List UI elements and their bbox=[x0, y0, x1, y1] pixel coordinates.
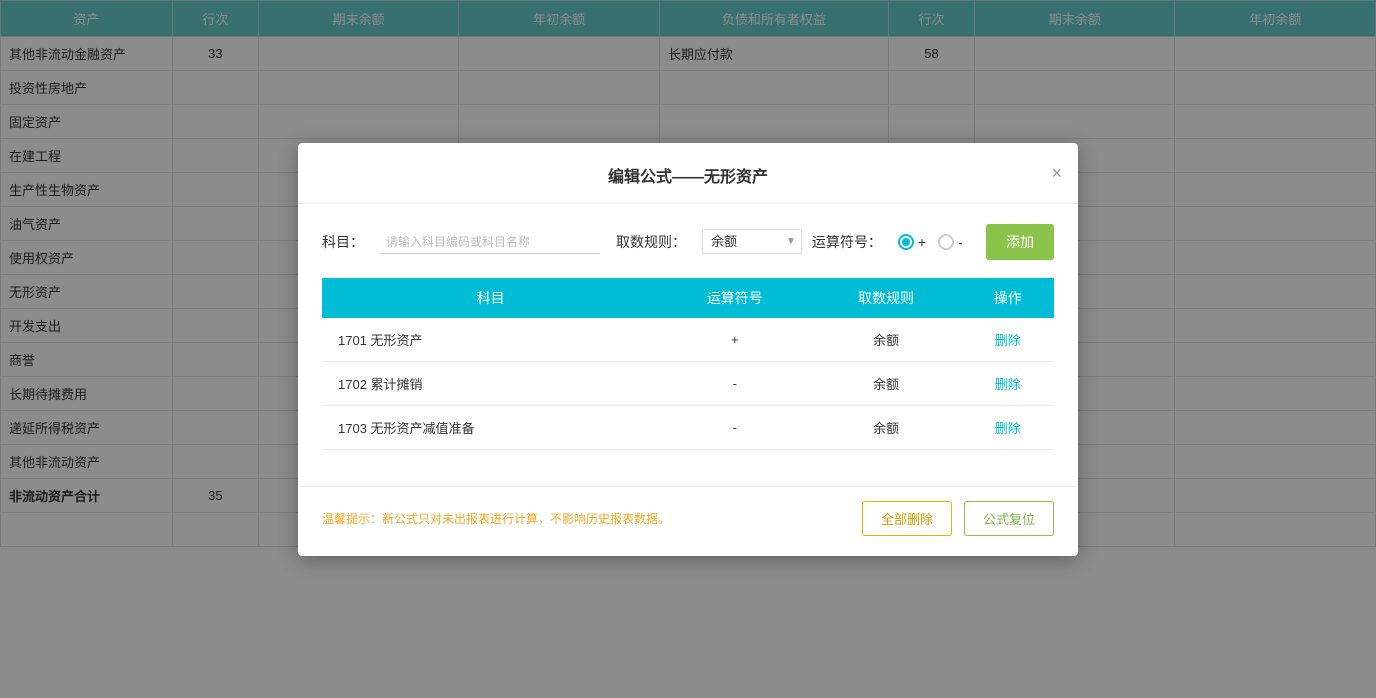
modal-footer: 温馨提示：新公式只对未出报表进行计算，不影响历史报表数据。 全部删除 公式复位 bbox=[298, 486, 1078, 556]
modal-body: 科目： 取数规则： 余额 借方发生额 贷方发生额 ▼ 运算符号： + bbox=[298, 204, 1078, 486]
row1-action: 删除 bbox=[962, 318, 1054, 362]
footer-buttons: 全部删除 公式复位 bbox=[862, 501, 1054, 536]
row1-delete-link[interactable]: 删除 bbox=[995, 333, 1021, 348]
th-operator: 运算符号 bbox=[659, 278, 810, 318]
row2-delete-link[interactable]: 删除 bbox=[995, 377, 1021, 392]
operator-label: 运算符号： bbox=[812, 232, 882, 252]
row1-operator: + bbox=[659, 318, 810, 362]
th-rule: 取数规则 bbox=[810, 278, 961, 318]
form-row: 科目： 取数规则： 余额 借方发生额 贷方发生额 ▼ 运算符号： + bbox=[322, 224, 1054, 260]
subject-label: 科目： bbox=[322, 232, 364, 252]
row3-action: 删除 bbox=[962, 405, 1054, 449]
th-action: 操作 bbox=[962, 278, 1054, 318]
row2-operator: - bbox=[659, 361, 810, 405]
rule-select-wrap: 余额 借方发生额 贷方发生额 ▼ bbox=[702, 229, 796, 254]
operator-plus-option[interactable]: + bbox=[898, 234, 926, 250]
rule-label: 取数规则： bbox=[616, 232, 686, 252]
rule-select[interactable]: 余额 借方发生额 贷方发生额 bbox=[702, 229, 802, 254]
operator-minus-label: - bbox=[958, 234, 963, 250]
subject-input[interactable] bbox=[380, 230, 600, 254]
row1-rule: 余额 bbox=[810, 318, 961, 362]
row2-subject: 1702 累计摊销 bbox=[322, 361, 659, 405]
reset-formula-button[interactable]: 公式复位 bbox=[964, 501, 1054, 536]
table-row: 1702 累计摊销 - 余额 删除 bbox=[322, 361, 1054, 405]
row3-subject: 1703 无形资产减值准备 bbox=[322, 405, 659, 449]
add-button[interactable]: 添加 bbox=[986, 224, 1054, 260]
operator-radio-group: + - bbox=[898, 234, 963, 250]
row3-operator: - bbox=[659, 405, 810, 449]
operator-plus-label: + bbox=[918, 234, 926, 250]
delete-all-button[interactable]: 全部删除 bbox=[862, 501, 952, 536]
table-row: 1703 无形资产减值准备 - 余额 删除 bbox=[322, 405, 1054, 449]
row2-action: 删除 bbox=[962, 361, 1054, 405]
modal-overlay: 编辑公式——无形资产 × 科目： 取数规则： 余额 借方发生额 贷方发生额 ▼ … bbox=[0, 0, 1376, 698]
radio-plus-icon bbox=[898, 234, 914, 250]
formula-table: 科目 运算符号 取数规则 操作 1701 无形资产 + 余额 删除 bbox=[322, 278, 1054, 450]
modal-title: 编辑公式——无形资产 bbox=[608, 169, 768, 186]
radio-minus-icon bbox=[938, 234, 954, 250]
row2-rule: 余额 bbox=[810, 361, 961, 405]
modal-dialog: 编辑公式——无形资产 × 科目： 取数规则： 余额 借方发生额 贷方发生额 ▼ … bbox=[298, 143, 1078, 556]
operator-minus-option[interactable]: - bbox=[938, 234, 963, 250]
row3-rule: 余额 bbox=[810, 405, 961, 449]
modal-header: 编辑公式——无形资产 × bbox=[298, 143, 1078, 204]
row3-delete-link[interactable]: 删除 bbox=[995, 421, 1021, 436]
th-subject: 科目 bbox=[322, 278, 659, 318]
table-row: 1701 无形资产 + 余额 删除 bbox=[322, 318, 1054, 362]
table-header-row: 科目 运算符号 取数规则 操作 bbox=[322, 278, 1054, 318]
row1-subject: 1701 无形资产 bbox=[322, 318, 659, 362]
footer-tip: 温馨提示：新公式只对未出报表进行计算，不影响历史报表数据。 bbox=[322, 510, 670, 527]
modal-close-button[interactable]: × bbox=[1051, 164, 1062, 182]
